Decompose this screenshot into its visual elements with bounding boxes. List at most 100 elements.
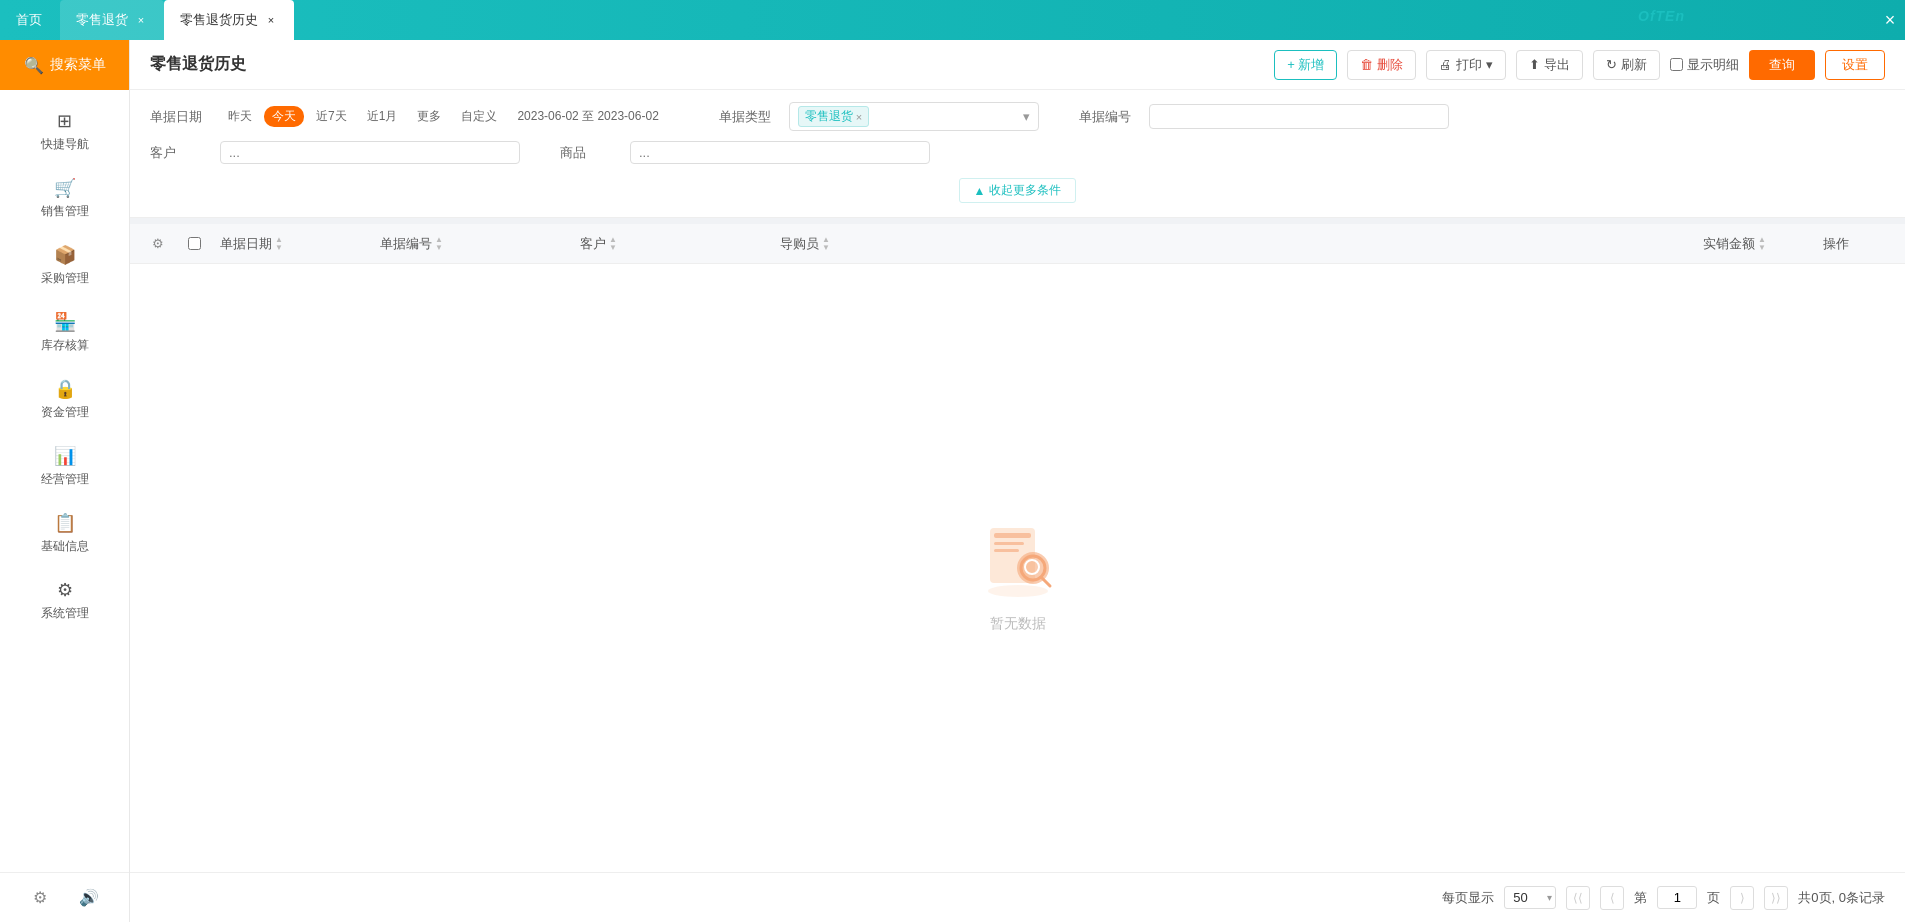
retail-return-close-icon[interactable]: ×: [134, 13, 148, 27]
th-date-label: 单据日期: [220, 235, 272, 253]
tab-bar: 首页 零售退货 × 零售退货历史 ×: [0, 0, 1875, 40]
customer-input[interactable]: [220, 141, 520, 164]
export-label: 导出: [1544, 56, 1570, 74]
refresh-button[interactable]: ↻ 刷新: [1593, 50, 1660, 80]
th-guide[interactable]: 导购员 ▲▼: [772, 235, 922, 253]
th-amount-label: 实销金额: [1703, 235, 1755, 253]
goods-search-input[interactable]: [639, 145, 807, 160]
sidebar-audio-button[interactable]: 🔊: [74, 883, 104, 913]
doc-type-tag-remove[interactable]: ×: [856, 111, 862, 123]
th-ops-label: 操作: [1823, 235, 1849, 253]
date-range-display: 2023-06-02 至 2023-06-02: [517, 108, 658, 125]
th-code-sort-icon[interactable]: ▲▼: [435, 236, 443, 252]
ops-mgmt-icon: 📊: [54, 445, 76, 467]
th-code[interactable]: 单据编号 ▲▼: [372, 235, 572, 253]
th-amount[interactable]: 实销金额 ▲▼: [1695, 235, 1815, 253]
doc-type-input[interactable]: 零售退货 × ▾: [789, 102, 1039, 131]
filter-row-date: 单据日期 昨天 今天 近7天 近1月 更多 自定义 2023-06-02 至 2…: [150, 102, 1885, 131]
page-header: 零售退货历史 + 新增 🗑 删除 🖨 打印 ▾ ⬆ 导出 ↻ 刷新: [130, 40, 1905, 90]
th-amount-sort-icon[interactable]: ▲▼: [1758, 236, 1766, 252]
sidebar-item-label-purchase-mgmt: 采购管理: [41, 270, 89, 287]
sys-mgmt-icon: ⚙: [54, 579, 76, 601]
sidebar-item-label-sys-mgmt: 系统管理: [41, 605, 89, 622]
sidebar-settings-icon: ⚙: [33, 888, 47, 907]
th-date-sort-icon[interactable]: ▲▼: [275, 236, 283, 252]
table-settings-icon[interactable]: ⚙: [140, 236, 176, 251]
settings-button[interactable]: 设置: [1825, 50, 1885, 80]
display-detail-checkbox[interactable]: 显示明细: [1670, 56, 1739, 74]
export-button[interactable]: ⬆ 导出: [1516, 50, 1583, 80]
tab-retail-return[interactable]: 零售退货 ×: [60, 0, 164, 40]
sidebar-item-fund-mgmt[interactable]: 🔒 资金管理: [0, 366, 129, 433]
sidebar-item-sys-mgmt[interactable]: ⚙ 系统管理: [0, 567, 129, 634]
sidebar: 🔍 搜索菜单 ⊞ 快捷导航 🛒 销售管理 📦 采购管理 🏪 库存核算 🔒: [0, 40, 130, 922]
doc-no-input[interactable]: [1149, 104, 1449, 129]
print-button[interactable]: 🖨 打印 ▾: [1426, 50, 1506, 80]
filter-area: 单据日期 昨天 今天 近7天 近1月 更多 自定义 2023-06-02 至 2…: [130, 90, 1905, 218]
th-date[interactable]: 单据日期 ▲▼: [212, 235, 372, 253]
fund-mgmt-icon: 🔒: [54, 378, 76, 400]
per-page-select[interactable]: 50 10 20 100: [1504, 886, 1556, 909]
sidebar-item-base-info[interactable]: 📋 基础信息: [0, 500, 129, 567]
retail-return-history-tab-label: 零售退货历史: [180, 11, 258, 29]
print-label: 打印: [1456, 56, 1482, 74]
sidebar-item-label-quick-nav: 快捷导航: [41, 136, 89, 153]
collapse-button[interactable]: ▲ 收起更多条件: [959, 178, 1077, 203]
sidebar-settings-button[interactable]: ⚙: [25, 883, 55, 913]
per-page-label: 每页显示: [1442, 889, 1494, 907]
display-detail-label: 显示明细: [1687, 56, 1739, 74]
customer-search-input[interactable]: [229, 145, 397, 160]
display-detail-input[interactable]: [1670, 58, 1683, 71]
sidebar-bottom: ⚙ 🔊: [0, 872, 129, 922]
sidebar-item-label-sales-mgmt: 销售管理: [41, 203, 89, 220]
date-option-custom[interactable]: 自定义: [453, 106, 505, 127]
first-page-button[interactable]: ⟨⟨: [1566, 886, 1590, 910]
collapse-label: 收起更多条件: [989, 182, 1061, 199]
sidebar-item-quick-nav[interactable]: ⊞ 快捷导航: [0, 98, 129, 165]
date-option-more[interactable]: 更多: [409, 106, 449, 127]
sidebar-item-purchase-mgmt[interactable]: 📦 采购管理: [0, 232, 129, 299]
th-customer[interactable]: 客户 ▲▼: [572, 235, 772, 253]
last-page-button[interactable]: ⟩⟩: [1764, 886, 1788, 910]
sidebar-audio-icon: 🔊: [79, 888, 99, 907]
date-option-today[interactable]: 今天: [264, 106, 304, 127]
quick-nav-icon: ⊞: [54, 110, 76, 132]
date-option-last7[interactable]: 近7天: [308, 106, 355, 127]
query-button[interactable]: 查询: [1749, 50, 1815, 80]
table-select-all-col[interactable]: [176, 237, 212, 250]
pagination: 每页显示 50 10 20 100 ▾ ⟨⟨ ⟨ 第 页 ⟩ ⟩⟩ 共0页: [130, 872, 1905, 922]
retail-return-history-close-icon[interactable]: ×: [264, 13, 278, 27]
th-customer-sort-icon[interactable]: ▲▼: [609, 236, 617, 252]
window-close-button[interactable]: ×: [1875, 5, 1905, 35]
doc-type-chevron-icon: ▾: [1023, 109, 1030, 124]
page-number-input[interactable]: [1657, 886, 1697, 909]
tab-home[interactable]: 首页: [0, 0, 58, 40]
select-all-checkbox[interactable]: [188, 237, 201, 250]
delete-button[interactable]: 🗑 删除: [1347, 50, 1416, 80]
svg-point-0: [988, 585, 1048, 597]
print-chevron-icon: ▾: [1486, 57, 1493, 72]
th-guide-sort-icon[interactable]: ▲▼: [822, 236, 830, 252]
main-layout: 🔍 搜索菜单 ⊞ 快捷导航 🛒 销售管理 📦 采购管理 🏪 库存核算 🔒: [0, 40, 1905, 922]
date-option-yesterday[interactable]: 昨天: [220, 106, 260, 127]
tab-retail-return-history[interactable]: 零售退货历史 ×: [164, 0, 294, 40]
th-ops: 操作: [1815, 235, 1895, 253]
date-filter-label: 单据日期: [150, 108, 220, 126]
sidebar-item-ops-mgmt[interactable]: 📊 经营管理: [0, 433, 129, 500]
date-option-last1m[interactable]: 近1月: [359, 106, 406, 127]
collapse-row: ▲ 收起更多条件: [150, 174, 1885, 211]
sidebar-item-sales-mgmt[interactable]: 🛒 销售管理: [0, 165, 129, 232]
page-suffix-label: 页: [1707, 889, 1720, 907]
new-button[interactable]: + 新增: [1274, 50, 1337, 80]
doc-no-filter-label: 单据编号: [1079, 108, 1149, 126]
prev-page-button[interactable]: ⟨: [1600, 886, 1624, 910]
goods-input[interactable]: [630, 141, 930, 164]
next-page-button[interactable]: ⟩: [1730, 886, 1754, 910]
sales-mgmt-icon: 🛒: [54, 177, 76, 199]
sidebar-item-inventory-calc[interactable]: 🏪 库存核算: [0, 299, 129, 366]
empty-text: 暂无数据: [990, 615, 1046, 633]
sidebar-search[interactable]: 🔍 搜索菜单: [0, 40, 129, 90]
date-options: 昨天 今天 近7天 近1月 更多 自定义: [220, 106, 505, 127]
inventory-calc-icon: 🏪: [54, 311, 76, 333]
top-bar: 首页 零售退货 × 零售退货历史 × OfTEn ×: [0, 0, 1905, 40]
